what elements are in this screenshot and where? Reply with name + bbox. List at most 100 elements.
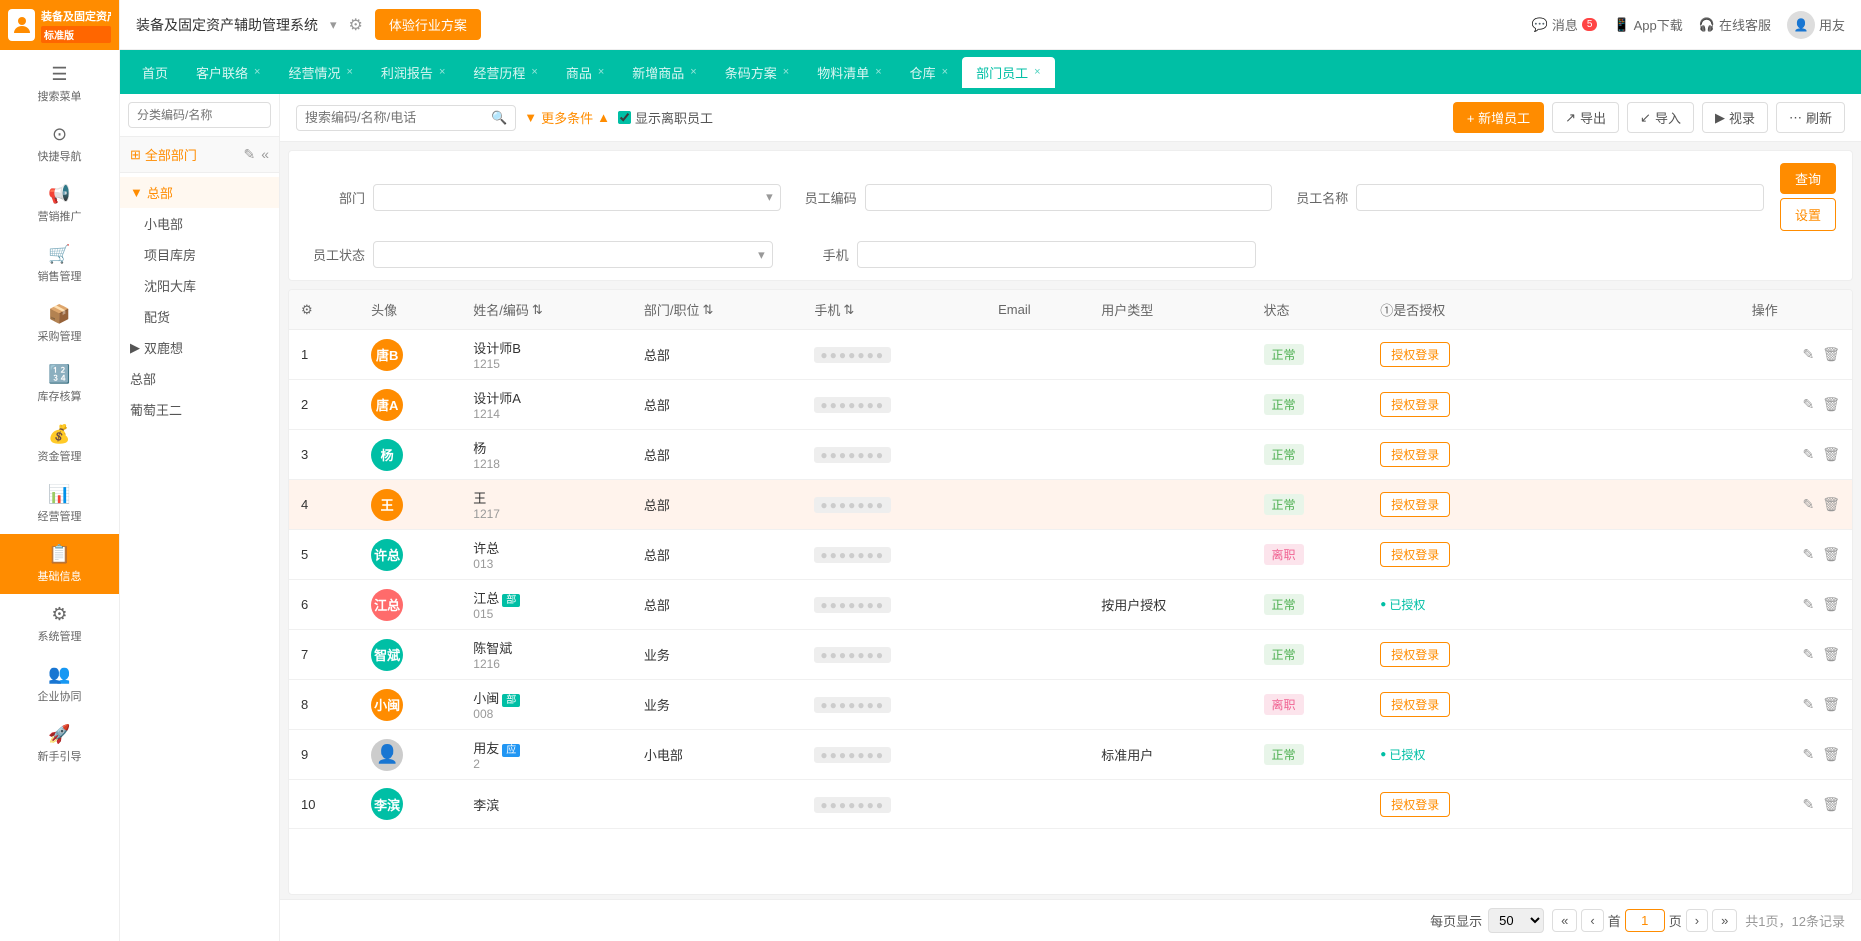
dept-node-xiaodian[interactable]: 小电部 (120, 208, 279, 239)
current-page-input[interactable] (1625, 909, 1665, 932)
delete-icon[interactable]: 🗑 (1822, 346, 1840, 363)
export-button[interactable]: ↗ 导出 (1552, 102, 1619, 133)
sidebar-item-purchase[interactable]: 📦采购管理 (0, 294, 119, 354)
delete-icon[interactable]: 🗑 (1822, 446, 1840, 463)
tab-goods[interactable]: 商品× (552, 57, 618, 88)
trial-button[interactable]: 体验行业方案 (375, 9, 481, 40)
delete-icon[interactable]: 🗑 (1822, 696, 1840, 713)
gear-icon[interactable]: ⚙ (349, 15, 363, 35)
page-size-select[interactable]: 50 100 (1488, 908, 1544, 933)
tab-op-close[interactable]: × (346, 66, 352, 78)
edit-icon[interactable]: ✎ (1802, 796, 1814, 813)
tab-goods-close[interactable]: × (598, 66, 604, 78)
tab-business-process[interactable]: 经营历程× (459, 57, 551, 88)
dept-search-input[interactable] (128, 102, 271, 128)
import-button[interactable]: ↙ 导入 (1627, 102, 1694, 133)
tab-material-close[interactable]: × (875, 66, 881, 78)
tab-profit[interactable]: 利润报告× (367, 57, 459, 88)
edit-icon[interactable]: ✎ (1802, 746, 1814, 763)
sidebar-item-basic[interactable]: 📋基础信息 (0, 534, 119, 594)
sidebar-item-guide[interactable]: 🚀新手引导 (0, 714, 119, 774)
delete-icon[interactable]: 🗑 (1822, 496, 1840, 513)
phone-input[interactable] (857, 241, 1257, 268)
edit-icon[interactable]: ✎ (1802, 596, 1814, 613)
dept-collapse-icon[interactable]: « (261, 146, 269, 163)
delete-icon[interactable]: 🗑 (1822, 646, 1840, 663)
set-button[interactable]: 设置 (1780, 198, 1836, 231)
delete-icon[interactable]: 🗑 (1822, 396, 1840, 413)
last-page-button[interactable]: » (1712, 909, 1737, 932)
sidebar-item-collab[interactable]: 👥企业协同 (0, 654, 119, 714)
dept-node-zongbu[interactable]: ▼ 总部 (120, 177, 279, 208)
edit-icon[interactable]: ✎ (1802, 546, 1814, 563)
authorize-button[interactable]: 授权登录 (1380, 692, 1450, 717)
dept-node-zongbu2[interactable]: 总部 (120, 363, 279, 394)
sidebar-item-quicknav[interactable]: ⊙快捷导航 (0, 114, 119, 174)
delete-icon[interactable]: 🗑 (1822, 546, 1840, 563)
search-icon[interactable]: 🔍 (491, 110, 507, 126)
dept-select[interactable] (373, 184, 781, 211)
tab-customer[interactable]: 客户联络× (182, 57, 274, 88)
tab-operation-status[interactable]: 经营情况× (274, 57, 366, 88)
authorize-button[interactable]: 授权登录 (1380, 342, 1450, 367)
more-conditions[interactable]: ▼ 更多条件 ▲ (524, 108, 610, 127)
dept-node-xiangmu[interactable]: 项目库房 (120, 239, 279, 270)
sidebar-item-inventory[interactable]: 🔢库存核算 (0, 354, 119, 414)
edit-icon[interactable]: ✎ (1802, 446, 1814, 463)
tab-dept-emp[interactable]: 部门员工× (962, 57, 1054, 88)
next-page-button[interactable]: › (1686, 909, 1708, 932)
delete-icon[interactable]: 🗑 (1822, 596, 1840, 613)
dept-node-putaowang[interactable]: 葡萄王二 (120, 394, 279, 425)
resigned-checkbox-input[interactable] (618, 111, 631, 124)
dept-node-shuangmeng[interactable]: ▶ 双鹿想 (120, 332, 279, 363)
edit-icon[interactable]: ✎ (1802, 346, 1814, 363)
tab-profit-close[interactable]: × (439, 66, 445, 78)
sidebar-item-search[interactable]: ☰搜索菜单 (0, 54, 119, 114)
delete-icon[interactable]: 🗑 (1822, 746, 1840, 763)
user-item[interactable]: 👤 用友 (1787, 11, 1845, 39)
edit-icon[interactable]: ✎ (1802, 396, 1814, 413)
edit-icon[interactable]: ✎ (1802, 496, 1814, 513)
tab-home[interactable]: 首页 (128, 57, 182, 88)
emp-status-select[interactable] (373, 241, 773, 268)
more-button[interactable]: ⋯ 刷新 (1776, 102, 1845, 133)
tab-bp-close[interactable]: × (531, 66, 537, 78)
dept-edit-icon[interactable]: ✎ (243, 146, 255, 163)
tab-new-goods[interactable]: 新增商品× (618, 57, 710, 88)
authorize-button[interactable]: 授权登录 (1380, 392, 1450, 417)
edit-icon[interactable]: ✎ (1802, 696, 1814, 713)
sidebar-item-sales[interactable]: 🛒销售管理 (0, 234, 119, 294)
view-button[interactable]: ▶ 视录 (1702, 102, 1768, 133)
tab-barcode-close[interactable]: × (783, 66, 789, 78)
sidebar-item-system[interactable]: ⚙系统管理 (0, 594, 119, 654)
edit-icon[interactable]: ✎ (1802, 646, 1814, 663)
dept-node-shenyang[interactable]: 沈阳大库 (120, 270, 279, 301)
authorize-button[interactable]: 授权登录 (1380, 492, 1450, 517)
sidebar-item-operation[interactable]: 📊经营管理 (0, 474, 119, 534)
th-phone[interactable]: 手机 ⇅ (802, 290, 986, 330)
sidebar-item-marketing[interactable]: 📢营销推广 (0, 174, 119, 234)
tab-customer-close[interactable]: × (254, 66, 260, 78)
sidebar-item-finance[interactable]: 💰资金管理 (0, 414, 119, 474)
dept-node-peihuo[interactable]: 配货 (120, 301, 279, 332)
authorize-button[interactable]: 授权登录 (1380, 642, 1450, 667)
th-name[interactable]: 姓名/编码 ⇅ (461, 290, 632, 330)
delete-icon[interactable]: 🗑 (1822, 796, 1840, 813)
tab-deptemp-close[interactable]: × (1034, 66, 1040, 78)
tab-material[interactable]: 物料清单× (803, 57, 895, 88)
authorize-button[interactable]: 授权登录 (1380, 792, 1450, 817)
message-item[interactable]: 💬 消息 5 (1532, 15, 1598, 34)
sys-dropdown-icon[interactable]: ▾ (330, 17, 337, 33)
authorize-button[interactable]: 授权登录 (1380, 442, 1450, 467)
prev-page-button[interactable]: ‹ (1581, 909, 1603, 932)
search-input[interactable] (305, 110, 485, 125)
query-button[interactable]: 查询 (1780, 163, 1836, 194)
app-download-item[interactable]: 📱 App下载 (1613, 15, 1682, 34)
th-settings[interactable]: ⚙ (289, 290, 359, 330)
add-employee-button[interactable]: + 新增员工 (1453, 102, 1544, 133)
tab-warehouse-close[interactable]: × (942, 66, 948, 78)
first-page-button[interactable]: « (1552, 909, 1577, 932)
th-dept[interactable]: 部门/职位 ⇅ (632, 290, 803, 330)
online-support-item[interactable]: 🎧 在线客服 (1699, 15, 1771, 34)
tab-warehouse[interactable]: 仓库× (896, 57, 962, 88)
